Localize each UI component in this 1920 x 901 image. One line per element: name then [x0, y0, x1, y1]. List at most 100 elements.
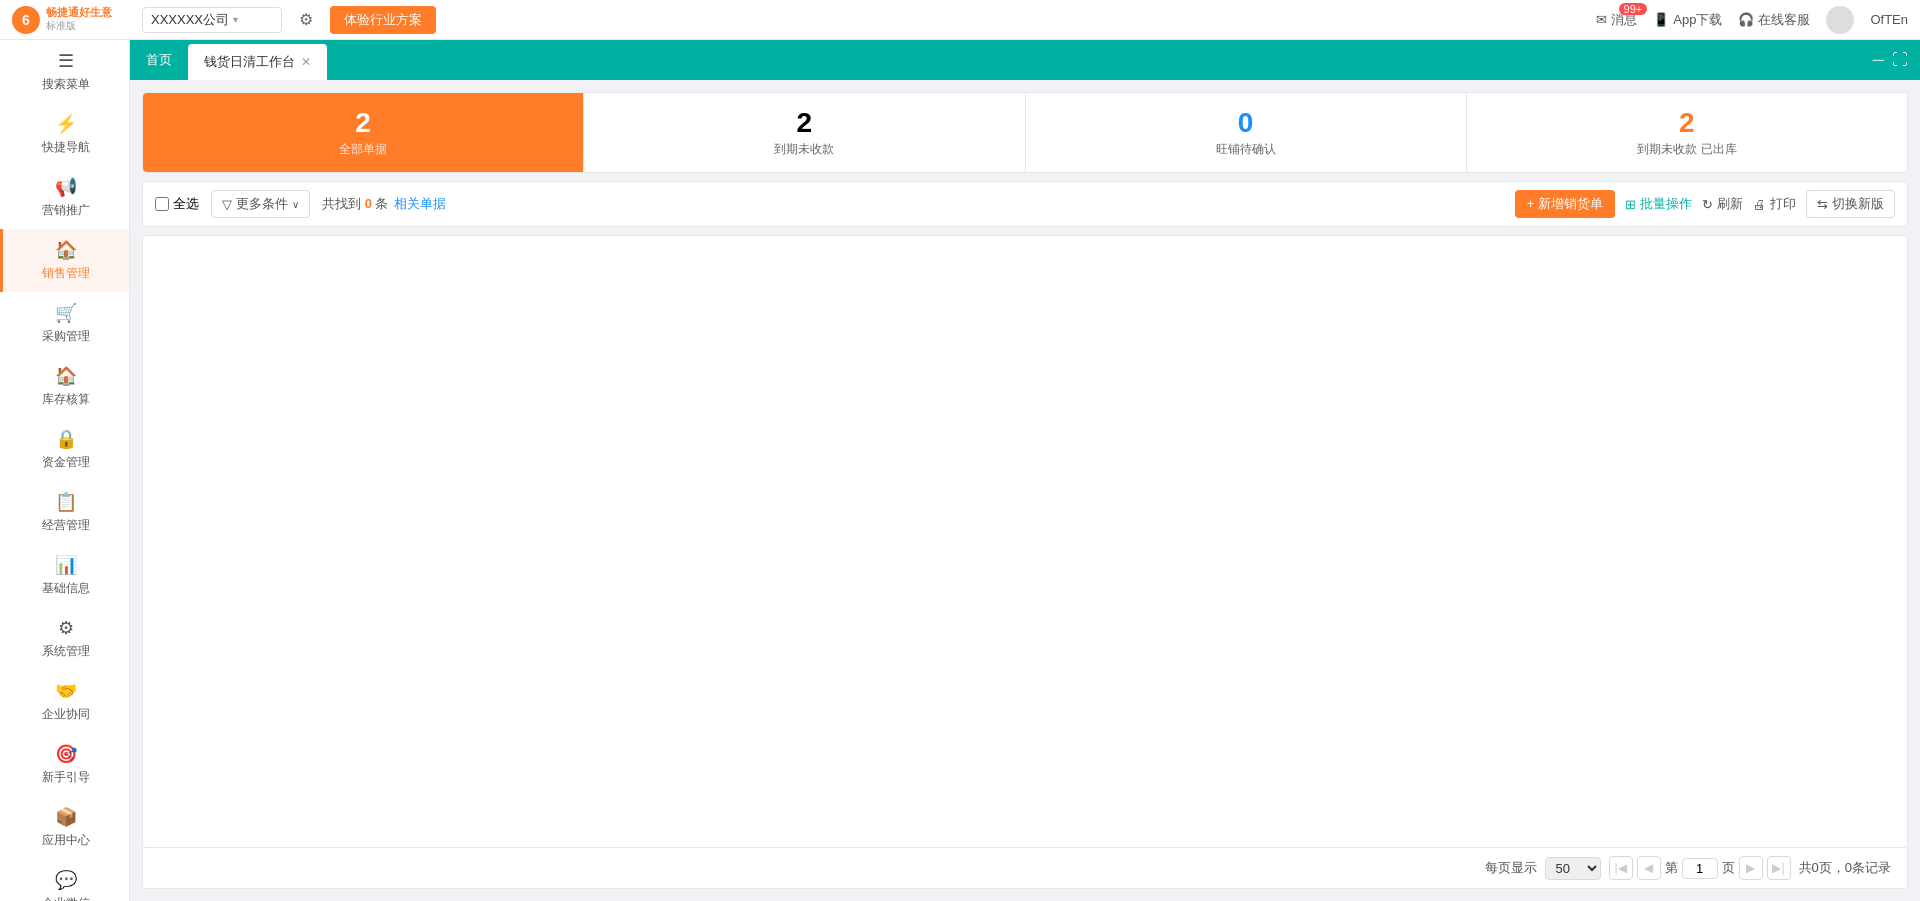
sidebar-label-inventory: 库存核算 [42, 391, 90, 408]
enterprise-icon: 🤝 [55, 680, 77, 702]
new-sale-button[interactable]: + 新增销货单 [1515, 190, 1615, 218]
sidebar-item-sales[interactable]: 🏠 销售管理 [0, 229, 129, 292]
stat-card-pending[interactable]: 0 旺铺待确认 [1026, 93, 1467, 172]
refresh-label: 刷新 [1717, 195, 1743, 213]
batch-icon: ⊞ [1625, 197, 1636, 212]
sidebar-label-operation: 经营管理 [42, 517, 90, 534]
stat-num-pending: 0 [1238, 107, 1254, 139]
stat-label-overdue-out: 到期未收款 已出库 [1637, 141, 1736, 158]
sidebar-item-app-center[interactable]: 📦 应用中心 [0, 796, 129, 859]
settings-button[interactable]: ⚙ [292, 6, 320, 34]
main-layout: ☰ 搜索菜单 ⚡ 快捷导航 📢 营销推广 🏠 销售管理 🛒 采购管理 🏠 库存核… [0, 40, 1920, 901]
stat-label-all: 全部单据 [339, 141, 387, 158]
sidebar-item-finance[interactable]: 🔒 资金管理 [0, 418, 129, 481]
found-link[interactable]: 相关单据 [394, 196, 446, 211]
sidebar-item-marketing[interactable]: 📢 营销推广 [0, 166, 129, 229]
stat-card-overdue-out[interactable]: 2 到期未收款 已出库 [1467, 93, 1907, 172]
stat-label-pending: 旺铺待确认 [1216, 141, 1276, 158]
wechat-icon: 💬 [55, 869, 77, 891]
sidebar-item-quick-nav[interactable]: ⚡ 快捷导航 [0, 103, 129, 166]
header-right: ✉ 消息 99+ 📱 App下载 🎧 在线客服 OfTEn [1596, 6, 1908, 34]
sidebar-item-inventory[interactable]: 🏠 库存核算 [0, 355, 129, 418]
search-menu-icon: ☰ [58, 50, 74, 72]
sidebar-label-wechat: 企业微信 [42, 895, 90, 901]
toolbar-right: + 新增销货单 ⊞ 批量操作 ↻ 刷新 🖨 打印 ⇆ [1515, 190, 1895, 218]
sidebar-item-operation[interactable]: 📋 经营管理 [0, 481, 129, 544]
app-download-label: App下载 [1673, 11, 1722, 29]
sidebar-label-purchase: 采购管理 [42, 328, 90, 345]
sidebar-item-guide[interactable]: 🎯 新手引导 [0, 733, 129, 796]
logo-sub: 标准版 [46, 19, 112, 33]
sidebar-item-enterprise[interactable]: 🤝 企业协同 [0, 670, 129, 733]
service-icon: 🎧 [1738, 12, 1754, 27]
filter-icon: ▽ [222, 197, 232, 212]
table-area [142, 235, 1908, 848]
page-content: 2 全部单据 2 到期未收款 0 旺铺待确认 2 到期未收款 已出库 [130, 80, 1920, 901]
print-button[interactable]: 🖨 打印 [1753, 195, 1796, 213]
prev-page-button[interactable]: ◀ [1637, 856, 1661, 880]
stat-card-all[interactable]: 2 全部单据 [143, 93, 584, 172]
operation-icon: 📋 [55, 491, 77, 513]
chevron-down-icon: ▾ [233, 14, 238, 25]
company-selector[interactable]: XXXXXX公司 ▾ [142, 7, 282, 33]
first-page-button[interactable]: |◀ [1609, 856, 1633, 880]
online-service-button[interactable]: 🎧 在线客服 [1738, 11, 1810, 29]
company-name: XXXXXX公司 [151, 11, 229, 29]
found-count: 0 [365, 196, 372, 211]
stat-cards-row: 2 全部单据 2 到期未收款 0 旺铺待确认 2 到期未收款 已出库 [142, 92, 1908, 173]
switch-label: 切换新版 [1832, 195, 1884, 213]
sidebar-label-base-info: 基础信息 [42, 580, 90, 597]
message-button[interactable]: ✉ 消息 99+ [1596, 11, 1637, 29]
next-page-button[interactable]: ▶ [1739, 856, 1763, 880]
base-info-icon: 📊 [55, 554, 77, 576]
page-label: 第 [1665, 859, 1678, 877]
experience-button[interactable]: 体验行业方案 [330, 6, 436, 34]
refresh-icon: ↻ [1702, 197, 1713, 212]
sidebar-label-sales: 销售管理 [42, 265, 90, 282]
finance-icon: 🔒 [55, 428, 77, 450]
sidebar-label-enterprise: 企业协同 [42, 706, 90, 723]
sidebar-item-purchase[interactable]: 🛒 采购管理 [0, 292, 129, 355]
stat-card-overdue[interactable]: 2 到期未收款 [584, 93, 1025, 172]
filter-button[interactable]: ▽ 更多条件 ∨ [211, 190, 310, 218]
sidebar-label-marketing: 营销推广 [42, 202, 90, 219]
toolbar-left: 全选 ▽ 更多条件 ∨ 共找到 0 条 相关单据 [155, 190, 1503, 218]
username: OfTEn [1870, 12, 1908, 27]
stat-num-overdue: 2 [797, 107, 813, 139]
tab-home-label: 首页 [146, 51, 172, 69]
last-page-button[interactable]: ▶| [1767, 856, 1791, 880]
select-all-area[interactable]: 全选 [155, 195, 199, 213]
tab-close-icon[interactable]: ✕ [301, 55, 311, 69]
page-nav: |◀ ◀ 第 页 ▶ ▶| [1609, 856, 1791, 880]
sidebar-item-system[interactable]: ⚙ 系统管理 [0, 607, 129, 670]
stat-label-overdue: 到期未收款 [774, 141, 834, 158]
per-page-select[interactable]: 50 100 200 [1545, 857, 1601, 880]
batch-operation-button[interactable]: ⊞ 批量操作 [1625, 195, 1692, 213]
sidebar-label-system: 系统管理 [42, 643, 90, 660]
app-download-button[interactable]: 📱 App下载 [1653, 11, 1722, 29]
sidebar-item-wechat[interactable]: 💬 企业微信 [0, 859, 129, 901]
download-icon: 📱 [1653, 12, 1669, 27]
app-center-icon: 📦 [55, 806, 77, 828]
select-all-label: 全选 [173, 195, 199, 213]
tab-expand-icon[interactable]: ⛶ [1892, 51, 1908, 69]
content-area: 首页 钱货日清工作台 ✕ ─ ⛶ 2 全部单据 2 到期未收款 [130, 40, 1920, 901]
switch-version-button[interactable]: ⇆ 切换新版 [1806, 190, 1895, 218]
filter-chevron-icon: ∨ [292, 199, 299, 210]
per-page-label: 每页显示 [1485, 859, 1537, 877]
sales-icon: 🏠 [55, 239, 77, 261]
select-all-checkbox[interactable] [155, 197, 169, 211]
sidebar-label-app-center: 应用中心 [42, 832, 90, 849]
page-number-input[interactable] [1682, 858, 1718, 879]
tab-workbench[interactable]: 钱货日清工作台 ✕ [188, 44, 327, 80]
refresh-button[interactable]: ↻ 刷新 [1702, 195, 1743, 213]
tab-minimize-icon[interactable]: ─ [1873, 51, 1884, 69]
logo-text-block: 畅捷通好生意 标准版 [46, 6, 112, 33]
sidebar-item-search-menu[interactable]: ☰ 搜索菜单 [0, 40, 129, 103]
sidebar-label-search-menu: 搜索菜单 [42, 76, 90, 93]
sidebar-item-base-info[interactable]: 📊 基础信息 [0, 544, 129, 607]
tab-home[interactable]: 首页 [130, 40, 188, 80]
sidebar-label-finance: 资金管理 [42, 454, 90, 471]
avatar [1826, 6, 1854, 34]
stat-num-all: 2 [355, 107, 371, 139]
